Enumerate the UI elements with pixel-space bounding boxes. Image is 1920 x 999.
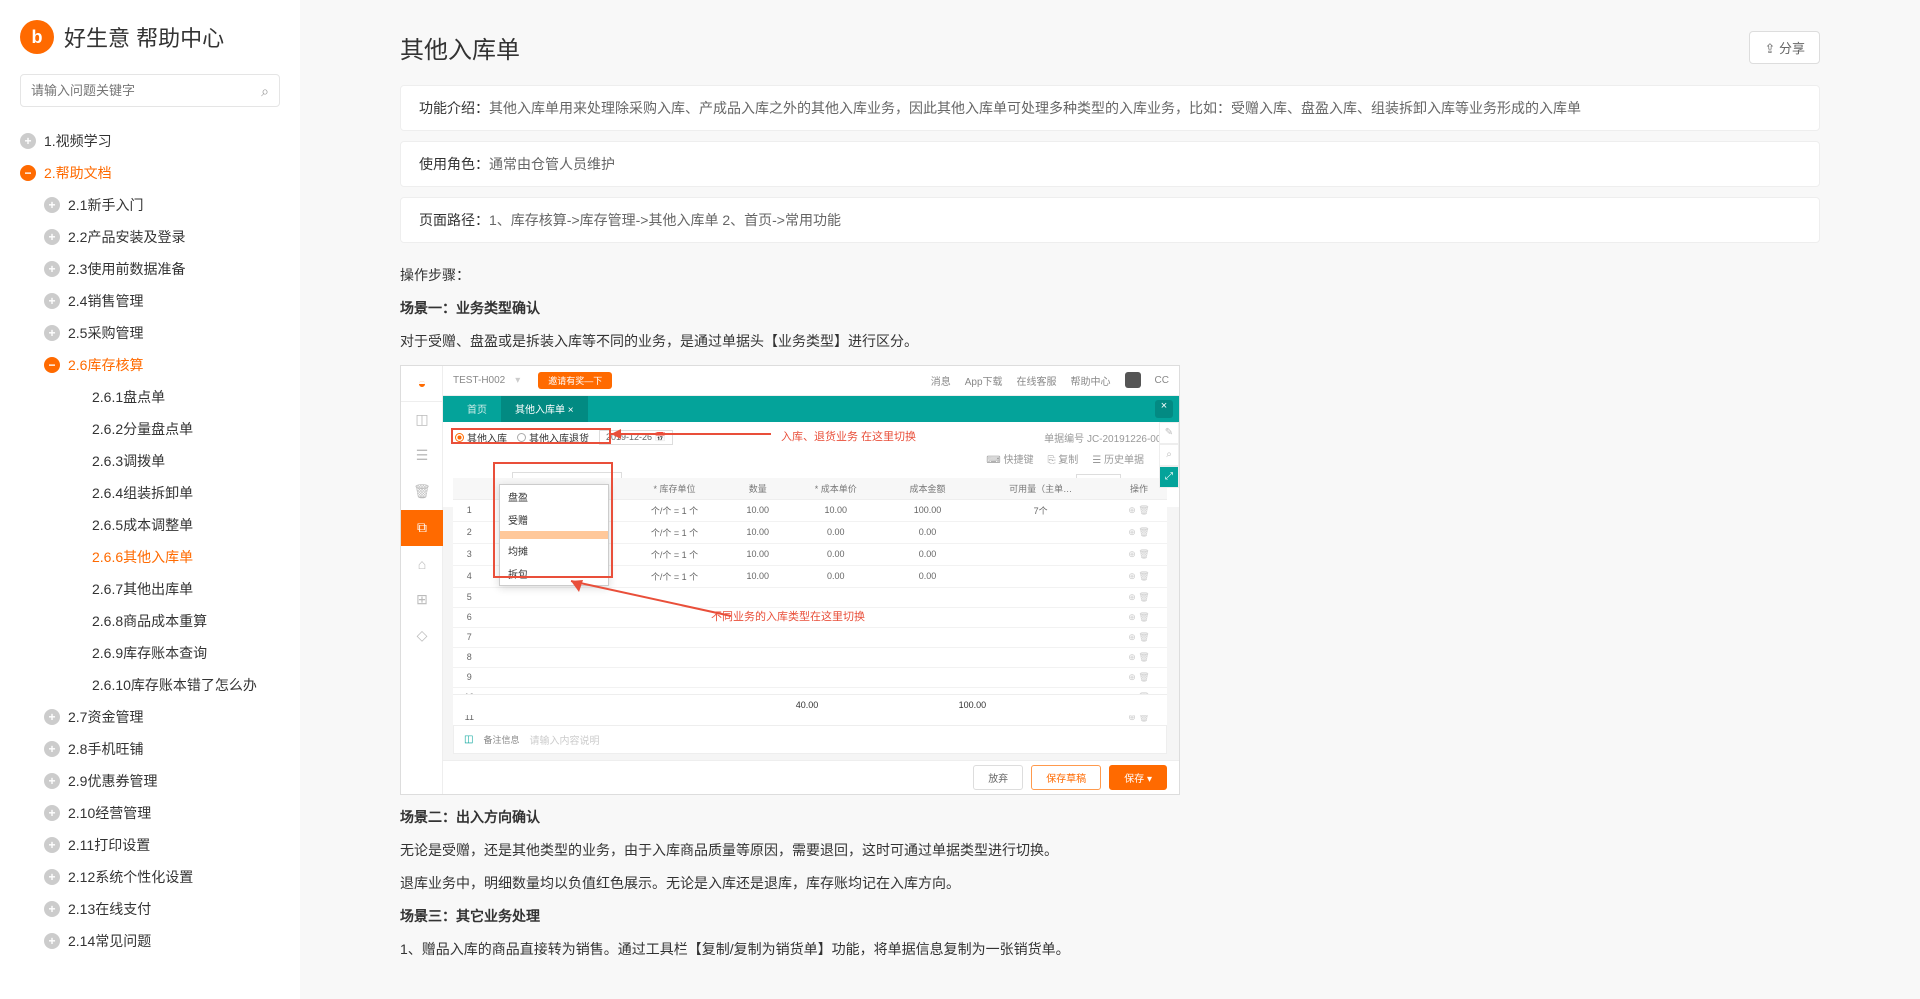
nav-2-6-10[interactable]: 2.6.10库存账本错了怎么办: [68, 669, 280, 701]
path-box: 页面路径：1、库存核算->库存管理->其他入库单 2、首页->常用功能: [400, 197, 1820, 243]
ss-nav-icon: ◇: [401, 618, 443, 654]
ss-logo-icon: ◒: [401, 366, 443, 402]
ss-nav-icon: ☰: [401, 438, 443, 474]
page-title: 其他入库单: [400, 30, 520, 65]
steps-heading: 操作步骤：: [400, 263, 1820, 288]
ss-promo-badge: 邀请有奖—下: [538, 372, 612, 389]
ss-nav-icon: ⌂: [401, 546, 443, 582]
nav-video-learning[interactable]: +1.视频学习: [20, 125, 280, 157]
nav-2-9[interactable]: +2.9优惠券管理: [44, 765, 280, 797]
nav-2-6-4[interactable]: 2.6.4组装拆卸单: [68, 477, 280, 509]
brand-logo: b: [20, 20, 54, 54]
scene1-title: 场景一：业务类型确认: [400, 296, 1820, 321]
search-input[interactable]: [21, 75, 279, 106]
toolbar-icon: ⤢: [1159, 466, 1179, 488]
avatar-icon: [1125, 372, 1141, 388]
nav-2-6-3[interactable]: 2.6.3调拨单: [68, 445, 280, 477]
nav-2-6-5[interactable]: 2.6.5成本调整单: [68, 509, 280, 541]
brand-row: b 好生意 帮助中心: [20, 20, 280, 54]
close-icon: ×: [1155, 400, 1173, 418]
intro-box: 功能介绍：其他入库单用来处理除采购入库、产成品入库之外的其他入库业务，因此其他入…: [400, 85, 1820, 131]
annotation-text-2: 不同业务的入库类型在这里切换: [711, 608, 865, 624]
search-icon[interactable]: ⌕: [261, 83, 269, 100]
annotation-box-2: [493, 462, 613, 578]
nav-2-4[interactable]: +2.4销售管理: [44, 285, 280, 317]
ss-nav-icon: 🗑: [401, 474, 443, 510]
scene2-body1: 无论是受赠，还是其他类型的业务，由于入库商品质量等原因，需要退回，这时可通过单据…: [400, 838, 1820, 863]
scene3-body: 1、赠品入库的商品直接转为销售。通过工具栏【复制/复制为销货单】功能，将单据信息…: [400, 937, 1820, 962]
nav-2-6-9[interactable]: 2.6.9库存账本查询: [68, 637, 280, 669]
nav-2-10[interactable]: +2.10经营管理: [44, 797, 280, 829]
nav-2-6-6[interactable]: 2.6.6其他入库单: [68, 541, 280, 573]
nav-2-1[interactable]: +2.1新手入门: [44, 189, 280, 221]
nav-2-7[interactable]: +2.7资金管理: [44, 701, 280, 733]
nav-2-6-7[interactable]: 2.6.7其他出库单: [68, 573, 280, 605]
ss-nav-icon: ⊞: [401, 582, 443, 618]
scene1-body: 对于受赠、盘盈或是拆装入库等不同的业务，是通过单据头【业务类型】进行区分。: [400, 329, 1820, 354]
toolbar-icon: ⌕: [1159, 444, 1179, 466]
main-content: 其他入库单 ⇪ 分享 功能介绍：其他入库单用来处理除采购入库、产成品入库之外的其…: [300, 0, 1920, 999]
ss-tab-doc: 其他入库单 ×: [501, 396, 588, 422]
nav-2-2[interactable]: +2.2产品安装及登录: [44, 221, 280, 253]
nav-2-13[interactable]: +2.13在线支付: [44, 893, 280, 925]
scene2-title: 场景二：出入方向确认: [400, 805, 1820, 830]
sidebar: b 好生意 帮助中心 ⌕ +1.视频学习 −2.帮助文档 +2.1新手入门 +2…: [0, 0, 300, 999]
nav-2-14[interactable]: +2.14常见问题: [44, 925, 280, 957]
nav-help-docs[interactable]: −2.帮助文档: [20, 157, 280, 189]
ss-cancel-button: 放弃: [973, 765, 1023, 790]
ss-nav-icon-active: ⧉: [401, 510, 443, 546]
nav-2-3[interactable]: +2.3使用前数据准备: [44, 253, 280, 285]
content-body: 操作步骤： 场景一：业务类型确认 对于受赠、盘盈或是拆装入库等不同的业务，是通过…: [400, 263, 1820, 963]
ss-remark: ◫ 备注信息 请输入内容说明: [453, 725, 1167, 754]
ss-save-button: 保存 ▾: [1109, 765, 1167, 790]
ss-tenant: TEST-H002: [453, 375, 505, 386]
annotation-box-1: [451, 428, 611, 444]
nav-2-6-1[interactable]: 2.6.1盘点单: [68, 381, 280, 413]
nav-2-6-8[interactable]: 2.6.8商品成本重算: [68, 605, 280, 637]
nav-2-6[interactable]: −2.6库存核算: [44, 349, 280, 381]
scene3-title: 场景三：其它业务处理: [400, 904, 1820, 929]
nav-2-8[interactable]: +2.8手机旺铺: [44, 733, 280, 765]
toolbar-icon: ✎: [1159, 422, 1179, 444]
brand-title: 好生意 帮助中心: [64, 21, 224, 53]
embedded-screenshot: ◒ ◫ ☰ 🗑 ⧉ ⌂ ⊞ ◇ TEST-H002 ▾ 邀请有奖—下 消息 Ap…: [400, 365, 1180, 795]
search-box[interactable]: ⌕: [20, 74, 280, 107]
nav-2-5[interactable]: +2.5采购管理: [44, 317, 280, 349]
share-button[interactable]: ⇪ 分享: [1749, 31, 1820, 64]
ss-draft-button: 保存草稿: [1031, 765, 1101, 790]
annotation-text-1: 入库、退货业务 在这里切换: [781, 428, 916, 444]
ss-nav-icon: ◫: [401, 402, 443, 438]
nav-2-11[interactable]: +2.11打印设置: [44, 829, 280, 861]
role-box: 使用角色：通常由仓管人员维护: [400, 141, 1820, 187]
scene2-body2: 退库业务中，明细数量均以负值红色展示。无论是入库还是退库，库存账均记在入库方向。: [400, 871, 1820, 896]
nav-2-12[interactable]: +2.12系统个性化设置: [44, 861, 280, 893]
ss-tab-home: 首页: [453, 396, 501, 422]
nav-2-6-2[interactable]: 2.6.2分量盘点单: [68, 413, 280, 445]
